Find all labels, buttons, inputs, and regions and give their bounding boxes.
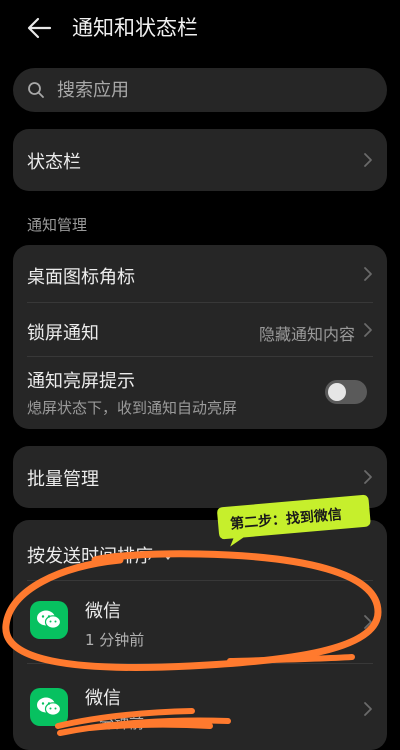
search-input[interactable] (53, 68, 377, 112)
wechat-icon (30, 688, 68, 726)
item-label: 桌面图标角标 (27, 267, 135, 288)
wake-screen-toggle[interactable] (325, 380, 367, 404)
item-sub: 熄屏状态下，收到通知自动亮屏 (27, 399, 238, 417)
app-name: 微信 (85, 601, 121, 622)
search-icon (28, 82, 44, 98)
app-row-wechat[interactable]: 微信 1 分钟前 (13, 581, 387, 663)
chevron-right-icon (364, 323, 372, 337)
chevron-right-icon (364, 702, 372, 716)
list-item-badge[interactable]: 桌面图标角标 (13, 245, 387, 303)
chevron-right-icon (364, 267, 372, 281)
list-item-wake-screen[interactable]: 通知亮屏提示 熄屏状态下，收到通知自动亮屏 (13, 357, 387, 429)
status-bar-label: 状态栏 (27, 152, 81, 173)
sort-label[interactable]: 按发送时间排序 (27, 542, 173, 568)
caret-down-icon (163, 554, 173, 560)
header: 通知和状态栏 (0, 0, 400, 58)
app-time: 1 分钟前 (85, 631, 145, 649)
chevron-right-icon (364, 615, 372, 629)
status-bar-row[interactable]: 状态栏 (13, 129, 387, 191)
chevron-right-icon (364, 153, 372, 167)
wechat-icon (30, 601, 68, 639)
app-name: 微信 (85, 688, 121, 709)
item-label: 通知亮屏提示 (27, 371, 135, 392)
item-value: 隐藏通知内容 (258, 325, 355, 344)
app-list-card: 按发送时间排序 微信 1 分钟前 微信 分钟前 (13, 520, 387, 750)
app-time: 分钟前 (99, 714, 145, 732)
notification-card: 桌面图标角标 锁屏通知 隐藏通知内容 通知亮屏提示 熄屏状态下，收到通知自动亮屏 (13, 245, 387, 429)
batch-label: 批量管理 (27, 469, 99, 490)
status-bar-card[interactable]: 状态栏 (13, 129, 387, 191)
app-row-wechat-2[interactable]: 微信 分钟前 (13, 664, 387, 746)
chevron-right-icon (364, 470, 372, 484)
list-item-lockscreen[interactable]: 锁屏通知 隐藏通知内容 (13, 303, 387, 357)
item-label: 锁屏通知 (27, 323, 99, 344)
page-title: 通知和状态栏 (72, 16, 198, 40)
arrow-left-icon (27, 17, 52, 39)
section-label-notification: 通知管理 (27, 216, 88, 234)
search-bar[interactable] (13, 68, 387, 112)
sort-label-text: 按发送时间排序 (27, 546, 153, 567)
toggle-knob (328, 383, 346, 401)
back-button[interactable] (24, 14, 56, 42)
